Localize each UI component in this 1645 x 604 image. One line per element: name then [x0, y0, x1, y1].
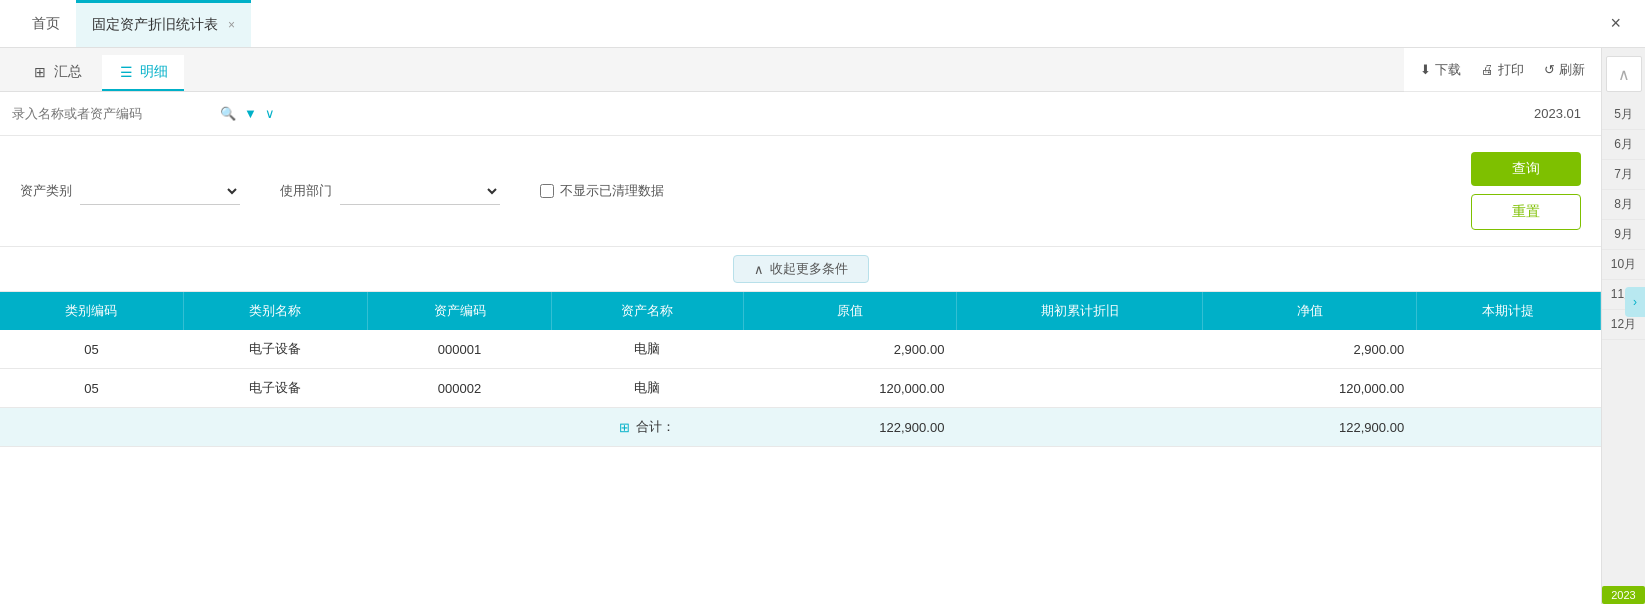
no-cleared-label: 不显示已清理数据: [560, 182, 664, 200]
tab-detail-label: 明细: [140, 63, 168, 81]
filter-row: 资产类别 使用部门 不显示已清理数据 查询 重置: [20, 152, 1581, 230]
collapse-bar: ∧ 收起更多条件: [0, 247, 1601, 292]
month-item[interactable]: 5月: [1602, 100, 1645, 130]
table-row: 05 电子设备 000001 电脑 2,900.00 2,900.00: [0, 330, 1601, 369]
filter-icon: ▼: [244, 106, 257, 121]
table-header-row: 类别编码 类别名称 资产编码 资产名称 原值 期初累计折旧 净值 本期计提: [0, 292, 1601, 330]
cell-original-value: 120,000.00: [743, 369, 956, 408]
collapse-label: 收起更多条件: [770, 260, 848, 278]
window-close-button[interactable]: ×: [1602, 13, 1629, 34]
asset-type-select[interactable]: [80, 177, 240, 205]
data-table: 类别编码 类别名称 资产编码 资产名称 原值 期初累计折旧 净值 本期计提 05…: [0, 292, 1601, 447]
data-table-wrap: 类别编码 类别名称 资产编码 资产名称 原值 期初累计折旧 净值 本期计提 05…: [0, 292, 1601, 604]
month-item[interactable]: 10月: [1602, 250, 1645, 280]
sum-icon: ⊞: [619, 420, 630, 435]
cell-category-code: 05: [0, 369, 183, 408]
asset-type-label: 资产类别: [20, 182, 72, 200]
cell-acc-depreciation: [956, 330, 1203, 369]
cell-current-period: [1416, 369, 1600, 408]
download-label: 下载: [1435, 61, 1461, 79]
asset-type-field: 资产类别: [20, 177, 240, 205]
month-item[interactable]: 6月: [1602, 130, 1645, 160]
print-icon: 🖨: [1481, 62, 1494, 77]
left-panel: ⊞ 汇总 ☰ 明细 ⬇ 下载 🖨 打印 ↺ 刷新: [0, 48, 1601, 604]
cell-category-name: 电子设备: [183, 330, 367, 369]
cell-asset-code: 000002: [367, 369, 551, 408]
tab-close-icon[interactable]: ×: [228, 18, 235, 32]
tab-label: 固定资产折旧统计表: [92, 16, 218, 34]
use-dept-field: 使用部门: [280, 177, 500, 205]
download-icon: ⬇: [1420, 62, 1431, 77]
use-dept-select[interactable]: [340, 177, 500, 205]
total-original-value: 122,900.00: [743, 408, 956, 447]
month-item[interactable]: 7月: [1602, 160, 1645, 190]
col-header-original-value: 原值: [743, 292, 956, 330]
total-text: 合计：: [636, 418, 675, 436]
cell-asset-code: 000001: [367, 330, 551, 369]
total-current-period: [1416, 408, 1600, 447]
table-row: 05 电子设备 000002 电脑 120,000.00 120,000.00: [0, 369, 1601, 408]
filter-actions: 查询 重置: [1471, 152, 1581, 230]
cell-net-value: 2,900.00: [1203, 330, 1416, 369]
tab-detail[interactable]: ☰ 明细: [102, 55, 184, 91]
total-net-value: 122,900.00: [1203, 408, 1416, 447]
print-button[interactable]: 🖨 打印: [1481, 61, 1524, 79]
right-sidebar: ∧ 5月6月7月8月9月10月11月12月 2023: [1601, 48, 1645, 604]
use-dept-label: 使用部门: [280, 182, 332, 200]
chevron-up-icon: ∧: [754, 262, 764, 277]
date-display: 2023.01: [1534, 106, 1589, 121]
col-header-category-code: 类别编码: [0, 292, 183, 330]
total-label: ⊞ 合计：: [552, 408, 743, 447]
filter-more-button[interactable]: ▼ ∨: [244, 106, 275, 121]
month-item[interactable]: 9月: [1602, 220, 1645, 250]
sidebar-up-button[interactable]: ∧: [1606, 56, 1642, 92]
chevron-down-icon: ∨: [265, 106, 275, 121]
col-header-acc-depreciation: 期初累计折旧: [956, 292, 1203, 330]
cell-asset-name: 电脑: [552, 369, 743, 408]
collapse-button[interactable]: ∧ 收起更多条件: [733, 255, 869, 283]
no-cleared-field: 不显示已清理数据: [540, 182, 664, 200]
download-button[interactable]: ⬇ 下载: [1420, 61, 1461, 79]
sub-tabs-bar: ⊞ 汇总 ☰ 明细 ⬇ 下载 🖨 打印 ↺ 刷新: [0, 48, 1601, 92]
search-icon[interactable]: 🔍: [220, 106, 236, 121]
col-header-net-value: 净值: [1203, 292, 1416, 330]
nav-home[interactable]: 首页: [16, 0, 76, 47]
search-input[interactable]: [12, 106, 212, 121]
col-header-asset-name: 资产名称: [552, 292, 743, 330]
col-header-current-period: 本期计提: [1416, 292, 1600, 330]
refresh-button[interactable]: ↺ 刷新: [1544, 61, 1585, 79]
refresh-icon: ↺: [1544, 62, 1555, 77]
total-label-cell: [0, 408, 552, 447]
filter-panel: 资产类别 使用部门 不显示已清理数据 查询 重置: [0, 136, 1601, 247]
top-nav: 首页 固定资产折旧统计表 × ×: [0, 0, 1645, 48]
year-badge: 2023: [1602, 586, 1645, 604]
refresh-label: 刷新: [1559, 61, 1585, 79]
tab-summary-label: 汇总: [54, 63, 82, 81]
cell-acc-depreciation: [956, 369, 1203, 408]
tab-summary[interactable]: ⊞ 汇总: [16, 55, 98, 91]
print-label: 打印: [1498, 61, 1524, 79]
total-row: ⊞ 合计： 122,900.00 122,900.00: [0, 408, 1601, 447]
month-item[interactable]: 8月: [1602, 190, 1645, 220]
total-acc-depreciation: [956, 408, 1203, 447]
cell-current-period: [1416, 330, 1600, 369]
col-header-category-name: 类别名称: [183, 292, 367, 330]
cell-original-value: 2,900.00: [743, 330, 956, 369]
nav-tab-active[interactable]: 固定资产折旧统计表 ×: [76, 0, 251, 47]
col-header-asset-code: 资产编码: [367, 292, 551, 330]
layers-icon: ⊞: [32, 64, 48, 80]
cell-category-code: 05: [0, 330, 183, 369]
search-bar: 🔍 ▼ ∨ › 2023.01: [0, 92, 1601, 136]
toolbar: ⬇ 下载 🖨 打印 ↺ 刷新: [1404, 48, 1601, 92]
main-content: ⊞ 汇总 ☰ 明细 ⬇ 下载 🖨 打印 ↺ 刷新: [0, 48, 1645, 604]
no-cleared-checkbox[interactable]: [540, 184, 554, 198]
reset-button[interactable]: 重置: [1471, 194, 1581, 230]
cell-asset-name: 电脑: [552, 330, 743, 369]
cell-net-value: 120,000.00: [1203, 369, 1416, 408]
cell-category-name: 电子设备: [183, 369, 367, 408]
query-button[interactable]: 查询: [1471, 152, 1581, 186]
list-icon: ☰: [118, 64, 134, 80]
